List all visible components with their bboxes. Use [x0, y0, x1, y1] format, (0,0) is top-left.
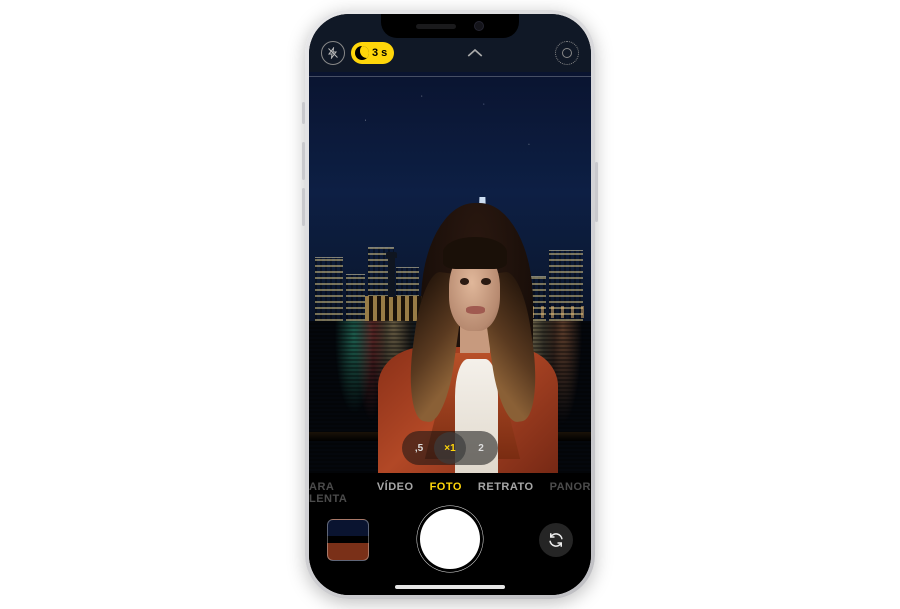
camera-flip-button[interactable]	[539, 523, 573, 557]
zoom-wide-button[interactable]: ,5	[405, 434, 433, 462]
expand-controls-button[interactable]	[466, 47, 484, 59]
live-photo-toggle[interactable]	[555, 41, 579, 65]
volume-up-button[interactable]	[302, 142, 305, 180]
zoom-tele-button[interactable]: 2	[467, 434, 495, 462]
phone-frame: 3 s	[305, 10, 595, 599]
screen: 3 s	[309, 14, 591, 595]
mute-switch[interactable]	[302, 102, 305, 124]
front-camera	[474, 21, 484, 31]
camera-bottom-bar: ARA LENTA VÍDEO FOTO RETRATO PANOR	[309, 473, 591, 595]
notch	[381, 14, 519, 38]
speaker-grille	[416, 24, 456, 29]
volume-down-button[interactable]	[302, 188, 305, 226]
night-mode-button[interactable]: 3 s	[351, 42, 394, 64]
last-photo-thumbnail[interactable]	[327, 519, 369, 561]
subject-person	[365, 184, 579, 473]
mode-photo[interactable]: FOTO	[430, 481, 462, 505]
frame-guide	[309, 76, 591, 77]
camera-viewfinder[interactable]: ,5 ×1 2	[309, 72, 591, 473]
mode-portrait[interactable]: RETRATO	[478, 481, 534, 505]
zoom-1x-button[interactable]: ×1	[434, 432, 466, 464]
power-button[interactable]	[595, 162, 598, 222]
flash-off-icon	[327, 47, 339, 59]
home-indicator[interactable]	[395, 585, 505, 589]
zoom-selector: ,5 ×1 2	[402, 431, 498, 465]
mode-selector[interactable]: ARA LENTA VÍDEO FOTO RETRATO PANOR	[309, 473, 591, 505]
flash-toggle[interactable]	[321, 41, 345, 65]
shutter-button[interactable]	[422, 511, 478, 567]
night-mode-duration: 3 s	[372, 47, 387, 59]
mode-video[interactable]: VÍDEO	[377, 481, 414, 505]
night-mode-icon	[355, 46, 369, 60]
mode-pano[interactable]: PANOR	[550, 481, 591, 505]
camera-flip-icon	[547, 531, 565, 549]
chevron-up-icon	[466, 47, 484, 59]
mode-slowmo[interactable]: ARA LENTA	[309, 481, 361, 505]
